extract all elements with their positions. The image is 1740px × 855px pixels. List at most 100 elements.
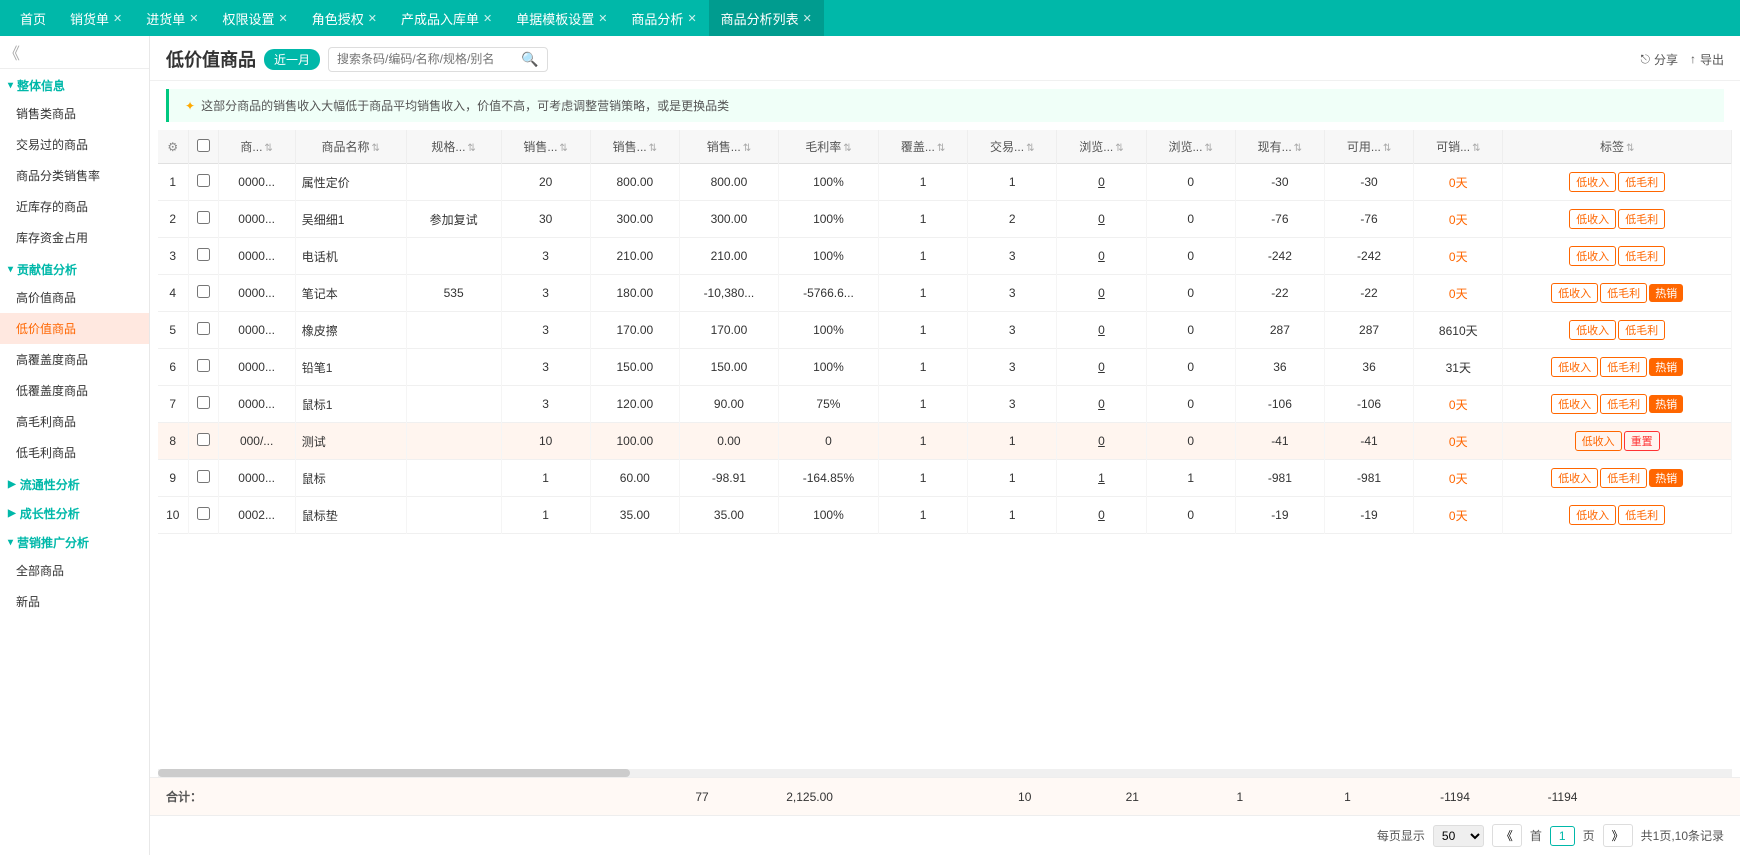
view-link[interactable]: 0 [1098, 249, 1105, 263]
row-view1[interactable]: 0 [1057, 423, 1146, 460]
sidebar-item-traded-goods[interactable]: 交易过的商品 [0, 129, 149, 160]
close-icon[interactable]: ✕ [483, 12, 492, 25]
sidebar-item-low-value[interactable]: 低价值商品 [0, 313, 149, 344]
next-page-button[interactable]: 》 [1603, 824, 1633, 847]
row-select-checkbox[interactable] [197, 211, 210, 224]
row-name[interactable]: 电话机 [295, 238, 406, 275]
row-checkbox[interactable] [188, 460, 218, 497]
close-icon[interactable]: ✕ [598, 12, 607, 25]
view-link[interactable]: 0 [1098, 212, 1105, 226]
th-saleable[interactable]: 可销...⇅ [1414, 130, 1503, 164]
row-name[interactable]: 鼠标 [295, 460, 406, 497]
sidebar-item-sales-goods[interactable]: 销售类商品 [0, 98, 149, 129]
row-name[interactable]: 铅笔1 [295, 349, 406, 386]
close-icon[interactable]: ✕ [113, 12, 122, 25]
first-page-button[interactable]: 《 [1492, 824, 1522, 847]
nav-home[interactable]: 首页 [8, 0, 58, 36]
select-all-checkbox[interactable] [197, 139, 210, 152]
nav-purchase-order[interactable]: 进货单 ✕ [134, 0, 210, 36]
sidebar-section-liquidity[interactable]: ▶流通性分析 [0, 468, 149, 497]
close-icon[interactable]: ✕ [189, 12, 198, 25]
sidebar-item-low-coverage[interactable]: 低覆盖度商品 [0, 375, 149, 406]
view-link[interactable]: 0 [1098, 175, 1105, 189]
row-name[interactable]: 吴细细1 [295, 201, 406, 238]
th-sale1[interactable]: 销售...⇅ [501, 130, 590, 164]
row-view1[interactable]: 0 [1057, 349, 1146, 386]
nav-product-analysis-list[interactable]: 商品分析列表 ✕ [709, 0, 824, 36]
sidebar-collapse-btn[interactable]: 《 [0, 40, 24, 64]
row-checkbox[interactable] [188, 275, 218, 312]
th-view1[interactable]: 浏览...⇅ [1057, 130, 1146, 164]
row-view1[interactable]: 0 [1057, 386, 1146, 423]
sidebar-item-high-coverage[interactable]: 高覆盖度商品 [0, 344, 149, 375]
close-icon[interactable]: ✕ [803, 12, 812, 25]
nav-product-analysis[interactable]: 商品分析 ✕ [619, 0, 708, 36]
row-view1[interactable]: 0 [1057, 312, 1146, 349]
th-settings[interactable]: ⚙ [158, 130, 188, 164]
row-select-checkbox[interactable] [197, 433, 210, 446]
row-name[interactable]: 鼠标垫 [295, 497, 406, 534]
sidebar-item-low-stock[interactable]: 近库存的商品 [0, 191, 149, 222]
sidebar-item-all-goods[interactable]: 全部商品 [0, 555, 149, 586]
row-select-checkbox[interactable] [197, 470, 210, 483]
time-filter-badge[interactable]: 近一月 [264, 49, 320, 70]
sidebar-section-marketing[interactable]: ▾营销推广分析 [0, 526, 149, 555]
row-name[interactable]: 属性定价 [295, 164, 406, 201]
row-view1[interactable]: 0 [1057, 164, 1146, 201]
th-sale2[interactable]: 销售...⇅ [590, 130, 679, 164]
row-view1[interactable]: 0 [1057, 238, 1146, 275]
search-input[interactable] [337, 52, 517, 66]
nav-product-storage[interactable]: 产成品入库单 ✕ [389, 0, 504, 36]
view-link[interactable]: 0 [1098, 434, 1105, 448]
row-name[interactable]: 笔记本 [295, 275, 406, 312]
view-link[interactable]: 0 [1098, 508, 1105, 522]
sidebar-item-high-profit[interactable]: 高毛利商品 [0, 406, 149, 437]
row-name[interactable]: 测试 [295, 423, 406, 460]
nav-role-auth[interactable]: 角色授权 ✕ [300, 0, 389, 36]
view-link[interactable]: 0 [1098, 286, 1105, 300]
row-view1[interactable]: 0 [1057, 275, 1146, 312]
th-coverage[interactable]: 覆盖...⇅ [878, 130, 967, 164]
th-name[interactable]: 商品名称⇅ [295, 130, 406, 164]
page-size-select[interactable]: 50 100 [1433, 825, 1484, 847]
th-available[interactable]: 可用...⇅ [1324, 130, 1413, 164]
share-button[interactable]: ⎋ 分享 [1640, 51, 1678, 68]
row-name[interactable]: 鼠标1 [295, 386, 406, 423]
row-checkbox[interactable] [188, 497, 218, 534]
row-checkbox[interactable] [188, 386, 218, 423]
sidebar-section-overall[interactable]: ▾整体信息 [0, 69, 149, 98]
th-trade[interactable]: 交易...⇅ [968, 130, 1057, 164]
row-checkbox[interactable] [188, 423, 218, 460]
close-icon[interactable]: ✕ [279, 12, 288, 25]
th-sale3[interactable]: 销售...⇅ [679, 130, 778, 164]
close-icon[interactable]: ✕ [368, 12, 377, 25]
th-code[interactable]: 商...⇅ [218, 130, 295, 164]
row-view1[interactable]: 0 [1057, 201, 1146, 238]
th-current-stock[interactable]: 现有...⇅ [1235, 130, 1324, 164]
horizontal-scrollbar[interactable] [158, 769, 1732, 777]
view-link[interactable]: 0 [1098, 360, 1105, 374]
row-select-checkbox[interactable] [197, 359, 210, 372]
export-button[interactable]: ↑ 导出 [1690, 51, 1724, 68]
nav-permission[interactable]: 权限设置 ✕ [210, 0, 299, 36]
row-name[interactable]: 橡皮擦 [295, 312, 406, 349]
th-checkbox[interactable] [188, 130, 218, 164]
sidebar-section-growth[interactable]: ▶成长性分析 [0, 497, 149, 526]
row-select-checkbox[interactable] [197, 285, 210, 298]
view-link[interactable]: 0 [1098, 323, 1105, 337]
row-select-checkbox[interactable] [197, 248, 210, 261]
sidebar-item-category-sales[interactable]: 商品分类销售率 [0, 160, 149, 191]
row-checkbox[interactable] [188, 238, 218, 275]
nav-template-setting[interactable]: 单据模板设置 ✕ [504, 0, 619, 36]
th-spec[interactable]: 规格...⇅ [406, 130, 501, 164]
row-view1[interactable]: 1 [1057, 460, 1146, 497]
sidebar-item-low-profit[interactable]: 低毛利商品 [0, 437, 149, 468]
nav-sales-order[interactable]: 销货单 ✕ [58, 0, 134, 36]
sidebar-item-new-goods[interactable]: 新品 [0, 586, 149, 617]
row-select-checkbox[interactable] [197, 174, 210, 187]
row-select-checkbox[interactable] [197, 322, 210, 335]
close-icon[interactable]: ✕ [687, 12, 696, 25]
th-margin[interactable]: 毛利率⇅ [778, 130, 878, 164]
settings-icon[interactable]: ⚙ [167, 140, 178, 154]
scrollbar-thumb[interactable] [158, 769, 630, 777]
